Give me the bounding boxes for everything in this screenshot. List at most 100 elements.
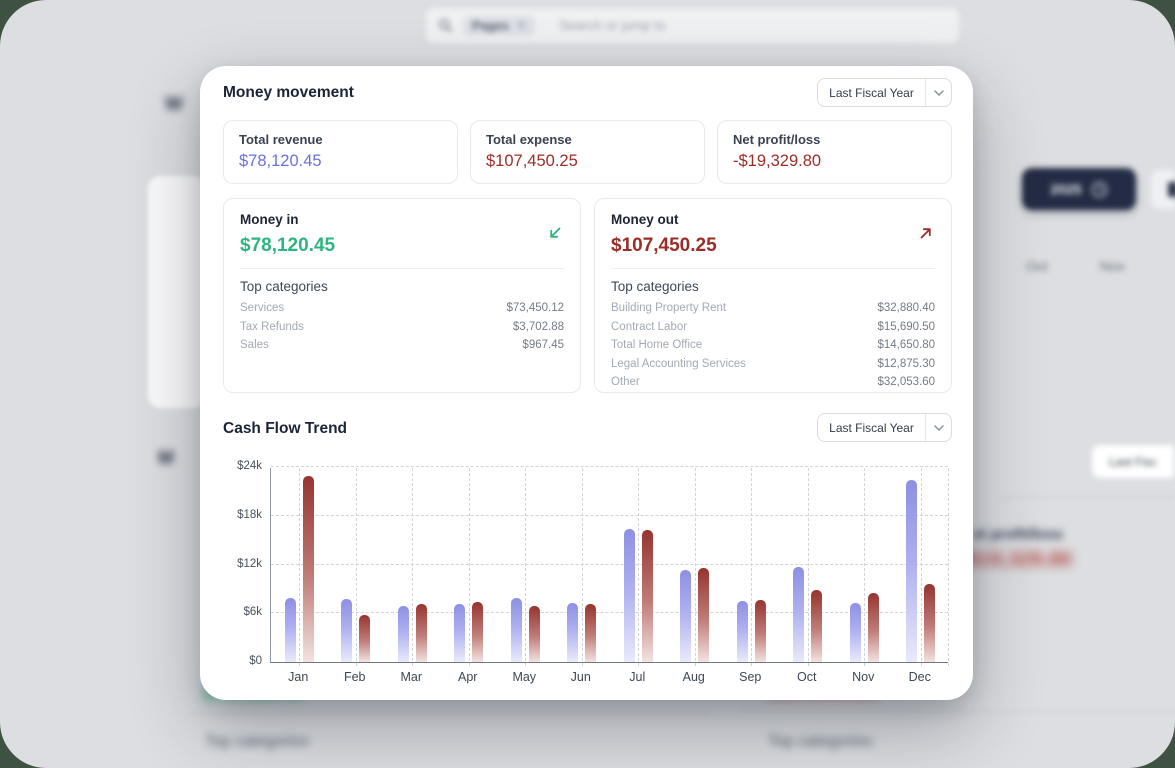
- gridline-vertical: [469, 468, 470, 666]
- gridline-vertical: [299, 468, 300, 666]
- bar-money-out-jul: [642, 530, 653, 662]
- money-movement-modal: Money movement Last Fiscal Year Total re…: [200, 66, 973, 700]
- money-in-title: Money in: [240, 212, 564, 227]
- money-out-category-list: Building Property Rent $32,880.40 Contra…: [611, 299, 935, 392]
- x-axis-tick-label: Oct: [779, 670, 835, 684]
- y-axis-tick-label: $24k: [200, 460, 262, 472]
- bar-money-out-sep: [755, 600, 766, 662]
- x-axis-tick-label: Aug: [666, 670, 722, 684]
- divider: [240, 268, 564, 269]
- clock-icon: [1091, 181, 1108, 198]
- year-selector-label: 2025: [1050, 181, 1081, 197]
- stat-card-total-revenue: Total revenue $78,120.45: [223, 120, 458, 184]
- bar-money-in-jul: [624, 529, 635, 662]
- gridline-horizontal: [271, 564, 948, 565]
- category-amount: $15,690.50: [877, 318, 935, 337]
- y-axis-tick-label: $18k: [200, 509, 262, 521]
- category-name: Building Property Rent: [611, 299, 726, 318]
- money-in-category-list: Services $73,450.12 Tax Refunds $3,702.8…: [240, 299, 564, 355]
- list-item: Sales $967.45: [240, 336, 564, 355]
- x-axis-tick-label: Nov: [835, 670, 891, 684]
- category-amount: $32,053.60: [877, 373, 935, 392]
- search-filter-chip[interactable]: Pages ✕: [463, 16, 535, 36]
- gridline-vertical: [356, 468, 357, 666]
- list-item: Services $73,450.12: [240, 299, 564, 318]
- list-item: Contract Labor $15,690.50: [611, 318, 935, 337]
- gridline-vertical: [638, 468, 639, 666]
- bar-money-in-sep: [737, 601, 748, 662]
- bg-card-left: [148, 176, 205, 408]
- category-name: Contract Labor: [611, 318, 687, 337]
- bar-money-out-oct: [811, 590, 822, 662]
- list-item: Building Property Rent $32,880.40: [611, 299, 935, 318]
- divider: [611, 268, 935, 269]
- money-out-title: Money out: [611, 212, 935, 227]
- category-name: Services: [240, 299, 284, 318]
- category-amount: $14,650.80: [877, 336, 935, 355]
- category-amount: $12,875.30: [877, 355, 935, 374]
- cash-flow-period-dropdown[interactable]: Last Fiscal Year: [817, 413, 952, 442]
- money-movement-period-dropdown[interactable]: Last Fiscal Year: [817, 78, 952, 107]
- bg-net-profit-label: et profit/loss: [973, 526, 1063, 543]
- year-selector-button[interactable]: 2025: [1022, 168, 1136, 210]
- period-dropdown-label: Last Fiscal Year: [818, 414, 925, 441]
- money-cards-row: Money in $78,120.45 Top categories Servi…: [223, 198, 952, 393]
- arrow-up-right-icon: [918, 225, 934, 246]
- list-item: Other $32,053.60: [611, 373, 935, 392]
- gridline-vertical: [695, 468, 696, 666]
- x-axis-tick-label: May: [496, 670, 552, 684]
- stat-card-total-expense: Total expense $107,450.25: [470, 120, 705, 184]
- x-axis-tick-label: Jan: [270, 670, 326, 684]
- gridline-vertical: [921, 468, 922, 666]
- category-name: Other: [611, 373, 640, 392]
- list-item: Total Home Office $14,650.80: [611, 336, 935, 355]
- chevron-down-icon[interactable]: [925, 79, 951, 106]
- stat-label: Total expense: [486, 132, 689, 147]
- gridline-vertical: [582, 468, 583, 666]
- bg-period-dropdown[interactable]: Last Fisc: [1091, 444, 1175, 479]
- app-page: Pages ✕ Search or jump to W M 2025 Oct N…: [0, 0, 1175, 768]
- bar-money-out-jun: [585, 604, 596, 662]
- bg-divider-bottom-left: [190, 713, 710, 714]
- bar-money-in-nov: [850, 603, 861, 662]
- x-axis-tick-label: Sep: [722, 670, 778, 684]
- bg-section-heading-bottom: M: [158, 448, 174, 470]
- modal-title: Money movement: [223, 84, 354, 102]
- x-axis-tick-label: Apr: [440, 670, 496, 684]
- bar-money-out-mar: [416, 604, 427, 662]
- chart-plot: [270, 468, 948, 663]
- money-out-card: Money out $107,450.25 Top categories Bui…: [594, 198, 952, 393]
- category-name: Sales: [240, 336, 269, 355]
- chevron-down-icon[interactable]: [925, 414, 951, 441]
- bg-axis-label-nov: Nov: [1100, 258, 1125, 274]
- x-axis-tick-label: Mar: [383, 670, 439, 684]
- bar-money-out-dec: [924, 584, 935, 662]
- bg-top-categories-left: Top categories: [205, 733, 309, 751]
- bar-money-out-feb: [359, 615, 370, 662]
- close-icon[interactable]: ✕: [517, 19, 526, 32]
- bg-axis-label-oct: Oct: [1026, 258, 1048, 274]
- global-search-bar[interactable]: Pages ✕ Search or jump to: [425, 7, 960, 44]
- bar-money-in-jun: [567, 603, 578, 662]
- search-chip-label: Pages: [472, 19, 509, 33]
- gridline-horizontal: [271, 515, 948, 516]
- stat-label: Total revenue: [239, 132, 442, 147]
- bar-money-in-oct: [793, 567, 804, 662]
- bg-partial-button[interactable]: [1151, 170, 1175, 209]
- category-amount: $967.45: [522, 336, 564, 355]
- stat-value: $107,450.25: [486, 152, 689, 171]
- y-axis-tick-label: $0: [200, 655, 262, 667]
- bar-money-out-nov: [868, 593, 879, 662]
- gridline-vertical: [751, 468, 752, 666]
- bar-money-out-apr: [472, 602, 483, 662]
- search-input[interactable]: Search or jump to: [559, 18, 666, 33]
- money-in-value: $78,120.45: [240, 235, 564, 257]
- bg-net-profit-value: -$19,329.80: [960, 548, 1072, 572]
- bar-money-in-apr: [454, 604, 465, 663]
- stat-value: -$19,329.80: [733, 152, 936, 171]
- bar-money-in-aug: [680, 570, 691, 662]
- bar-money-out-may: [529, 606, 540, 662]
- bg-divider-right-top: [1000, 497, 1175, 498]
- period-dropdown-label: Last Fiscal Year: [818, 79, 925, 106]
- list-item: Tax Refunds $3,702.88: [240, 318, 564, 337]
